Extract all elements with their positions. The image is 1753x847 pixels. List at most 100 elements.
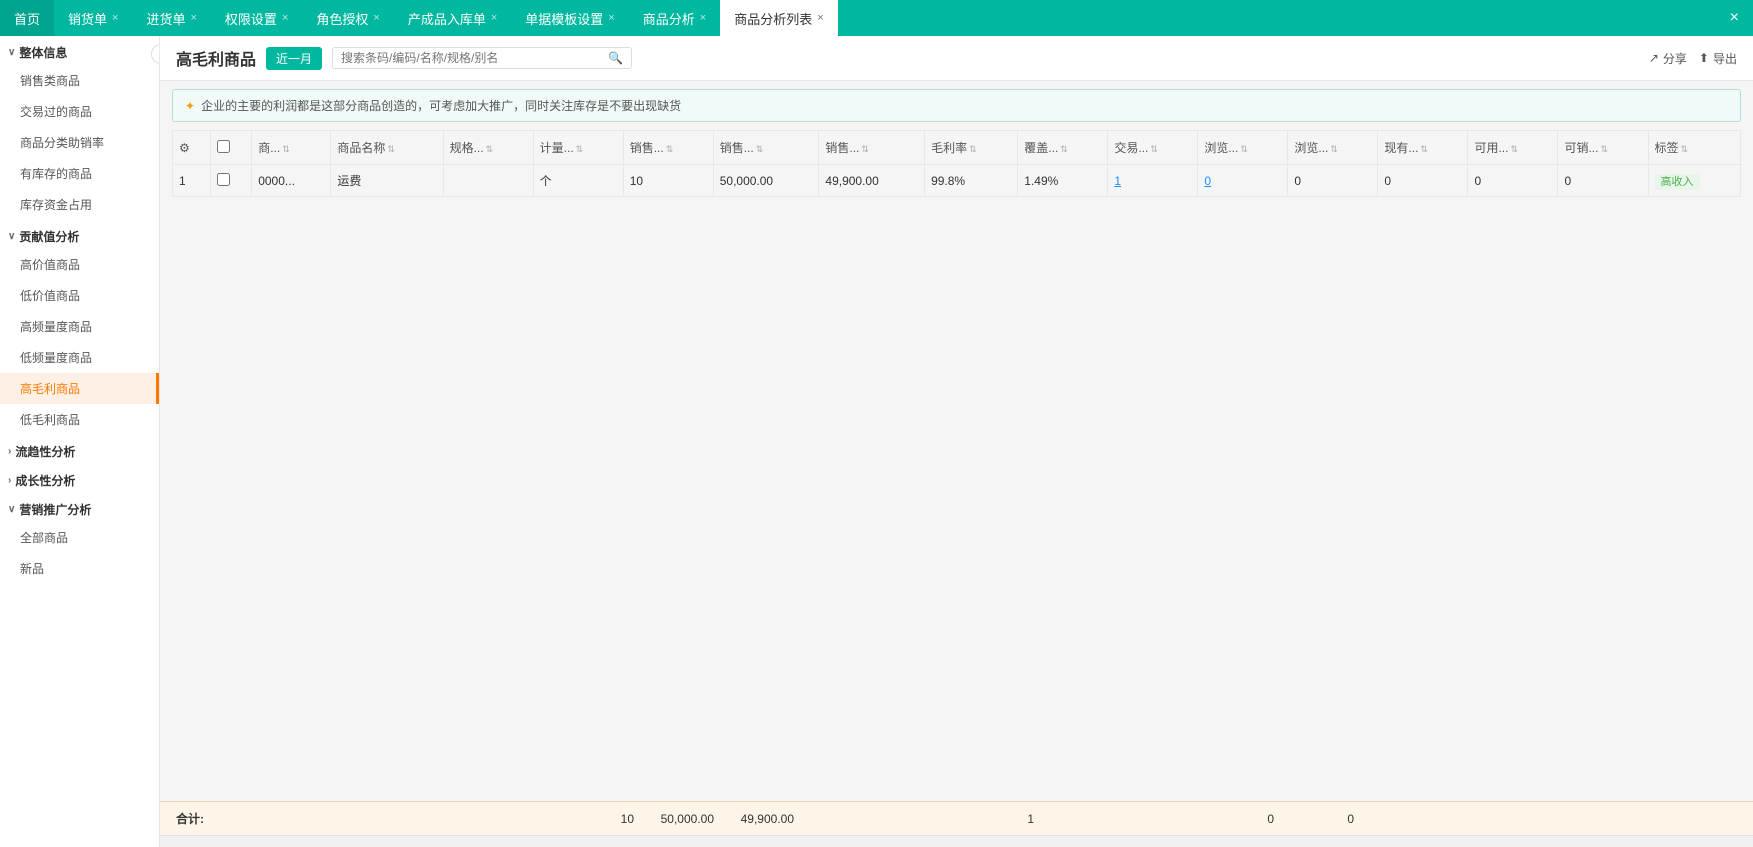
col-header-transactions[interactable]: 交易...⇅ [1108, 131, 1198, 165]
sort-icon-sales_amount: ⇅ [756, 144, 764, 154]
search-icon: 🔍 [608, 51, 623, 65]
sidebar-item-new-goods[interactable]: 新品 [0, 553, 159, 584]
cell-views1-0[interactable]: 0 [1198, 165, 1288, 197]
select-all-checkbox[interactable] [217, 140, 230, 153]
sidebar-item-inventory-capital[interactable]: 库存资金占用 [0, 189, 159, 220]
nav-item-analysis[interactable]: 商品分析× [629, 0, 720, 36]
col-header-views2[interactable]: 浏览...⇅ [1288, 131, 1378, 165]
sidebar-item-high-margin[interactable]: 高毛利商品 [0, 373, 159, 404]
sort-icon-name: ⇅ [387, 144, 395, 154]
sort-icon-unit: ⇅ [576, 144, 584, 154]
col-header-salable_stock[interactable]: 可销...⇅ [1558, 131, 1648, 165]
col-header-current_stock[interactable]: 现有...⇅ [1378, 131, 1468, 165]
page-title: 高毛利商品 [176, 46, 256, 70]
sidebar-item-sales-goods[interactable]: 销售类商品 [0, 65, 159, 96]
sort-icon-available_stock: ⇅ [1510, 144, 1518, 154]
window-close-button[interactable]: × [1716, 0, 1753, 36]
sidebar-group-label-growth-analysis: 成长性分析 [15, 472, 75, 489]
col-header-views1[interactable]: 浏览...⇅ [1198, 131, 1288, 165]
sidebar-item-high-value[interactable]: 高价值商品 [0, 249, 159, 280]
sidebar-group-label-trend-analysis: 流趋性分析 [15, 443, 75, 460]
cell-available_stock-0: 0 [1468, 165, 1558, 197]
cell-coverage-0: 1.49% [1018, 165, 1108, 197]
cell-views2-0: 0 [1288, 165, 1378, 197]
row-checkbox-0[interactable] [217, 173, 230, 186]
nav-close-purchase[interactable]: × [190, 12, 196, 24]
sort-icon-tag: ⇅ [1681, 144, 1689, 154]
col-header-sales_profit[interactable]: 销售...⇅ [819, 131, 925, 165]
col-header-settings[interactable]: ⚙ [173, 131, 211, 165]
nav-close-analysis-list[interactable]: × [817, 12, 823, 24]
sidebar-group-asset-analysis[interactable]: ∨贡献值分析 [0, 220, 159, 249]
col-header-name[interactable]: 商品名称⇅ [331, 131, 443, 165]
nav-close-permissions[interactable]: × [282, 12, 288, 24]
col-header-code[interactable]: 商...⇅ [252, 131, 331, 165]
sidebar-group-marketing-analysis[interactable]: ∨营销推广分析 [0, 493, 159, 522]
search-input[interactable] [341, 51, 603, 65]
footer-sales-count: 10 [566, 812, 646, 826]
sidebar-item-high-freq[interactable]: 高频量度商品 [0, 311, 159, 342]
nav-item-sales[interactable]: 销货单× [54, 0, 132, 36]
sidebar-group-label-marketing-analysis: 营销推广分析 [19, 501, 91, 518]
table-row[interactable]: 10000...运费个1050,000.0049,900.0099.8%1.49… [173, 165, 1741, 197]
info-text: 企业的主要的利润都是这部分商品创造的，可考虑加大推广，同时关注库存是不要出现缺货 [201, 97, 681, 114]
cell-transactions-0[interactable]: 1 [1108, 165, 1198, 197]
nav-item-analysis-list[interactable]: 商品分析列表× [720, 0, 837, 36]
nav-item-home[interactable]: 首页 [0, 0, 54, 36]
export-label: 导出 [1713, 50, 1737, 67]
nav-close-sales[interactable]: × [112, 12, 118, 24]
sort-icon-spec: ⇅ [486, 144, 494, 154]
sidebar-item-low-freq[interactable]: 低频量度商品 [0, 342, 159, 373]
sort-icon-current_stock: ⇅ [1420, 144, 1428, 154]
cell-unit-0: 个 [533, 165, 623, 197]
sidebar-item-analysis-helper[interactable]: 商品分类助销率 [0, 127, 159, 158]
nav-item-template[interactable]: 单据模板设置× [511, 0, 628, 36]
data-table: ⚙商...⇅商品名称⇅规格...⇅计量...⇅销售...⇅销售...⇅销售...… [172, 130, 1741, 197]
sidebar: 《 ∨整体信息销售类商品交易过的商品商品分类助销率有库存的商品库存资金占用∨贡献… [0, 36, 160, 847]
nav-close-analysis[interactable]: × [700, 12, 706, 24]
col-header-unit[interactable]: 计量...⇅ [533, 131, 623, 165]
nav-close-roles[interactable]: × [373, 12, 379, 24]
footer-sales-amount: 50,000.00 [646, 812, 726, 826]
sidebar-item-low-margin[interactable]: 低毛利商品 [0, 404, 159, 435]
col-header-coverage[interactable]: 覆盖...⇅ [1018, 131, 1108, 165]
time-filter-button[interactable]: 近一月 [266, 47, 322, 70]
share-label: 分享 [1663, 50, 1687, 67]
sidebar-group-trend-analysis[interactable]: ›流趋性分析 [0, 435, 159, 464]
nav-item-product-entry[interactable]: 产成品入库单× [394, 0, 511, 36]
export-button[interactable]: ⬆ 导出 [1699, 50, 1737, 67]
col-header-sales_count[interactable]: 销售...⇅ [623, 131, 713, 165]
share-button[interactable]: ↗ 分享 [1649, 50, 1687, 67]
nav-item-permissions[interactable]: 权限设置× [211, 0, 302, 36]
col-header-sales_amount[interactable]: 销售...⇅ [713, 131, 819, 165]
cell-salable_stock-0: 0 [1558, 165, 1648, 197]
col-header-tag[interactable]: 标签⇅ [1648, 131, 1741, 165]
col-header-checkbox[interactable] [210, 131, 251, 165]
sidebar-item-traded-goods[interactable]: 交易过的商品 [0, 96, 159, 127]
cell-link-transactions-0[interactable]: 1 [1114, 174, 1121, 188]
nav-close-product-entry[interactable]: × [491, 12, 497, 24]
col-header-available_stock[interactable]: 可用...⇅ [1468, 131, 1558, 165]
sidebar-group-growth-analysis[interactable]: ›成长性分析 [0, 464, 159, 493]
cell-link-views1-0[interactable]: 0 [1204, 174, 1211, 188]
sidebar-item-all-goods[interactable]: 全部商品 [0, 522, 159, 553]
sidebar-group-overall[interactable]: ∨整体信息 [0, 36, 159, 65]
col-header-spec[interactable]: 规格...⇅ [443, 131, 533, 165]
sort-icon-views1: ⇅ [1240, 144, 1248, 154]
footer-sales-profit: 49,900.00 [726, 812, 806, 826]
cell-spec-0 [443, 165, 533, 197]
bottom-scrollbar[interactable] [160, 835, 1753, 847]
top-nav-bar: 首页销货单×进货单×权限设置×角色授权×产成品入库单×单据模板设置×商品分析×商… [0, 0, 1753, 36]
nav-item-purchase[interactable]: 进货单× [132, 0, 210, 36]
tag-badge-0: 高收入 [1655, 174, 1700, 190]
col-header-margin_rate[interactable]: 毛利率⇅ [925, 131, 1018, 165]
nav-close-template[interactable]: × [608, 12, 614, 24]
sidebar-item-inventory-goods[interactable]: 有库存的商品 [0, 158, 159, 189]
sort-icon-code: ⇅ [282, 144, 290, 154]
export-icon: ⬆ [1699, 51, 1709, 65]
cell-current_stock-0: 0 [1378, 165, 1468, 197]
search-box: 🔍 [332, 47, 632, 69]
sidebar-item-low-value[interactable]: 低价值商品 [0, 280, 159, 311]
sort-icon-views2: ⇅ [1330, 144, 1338, 154]
nav-item-roles[interactable]: 角色授权× [302, 0, 393, 36]
